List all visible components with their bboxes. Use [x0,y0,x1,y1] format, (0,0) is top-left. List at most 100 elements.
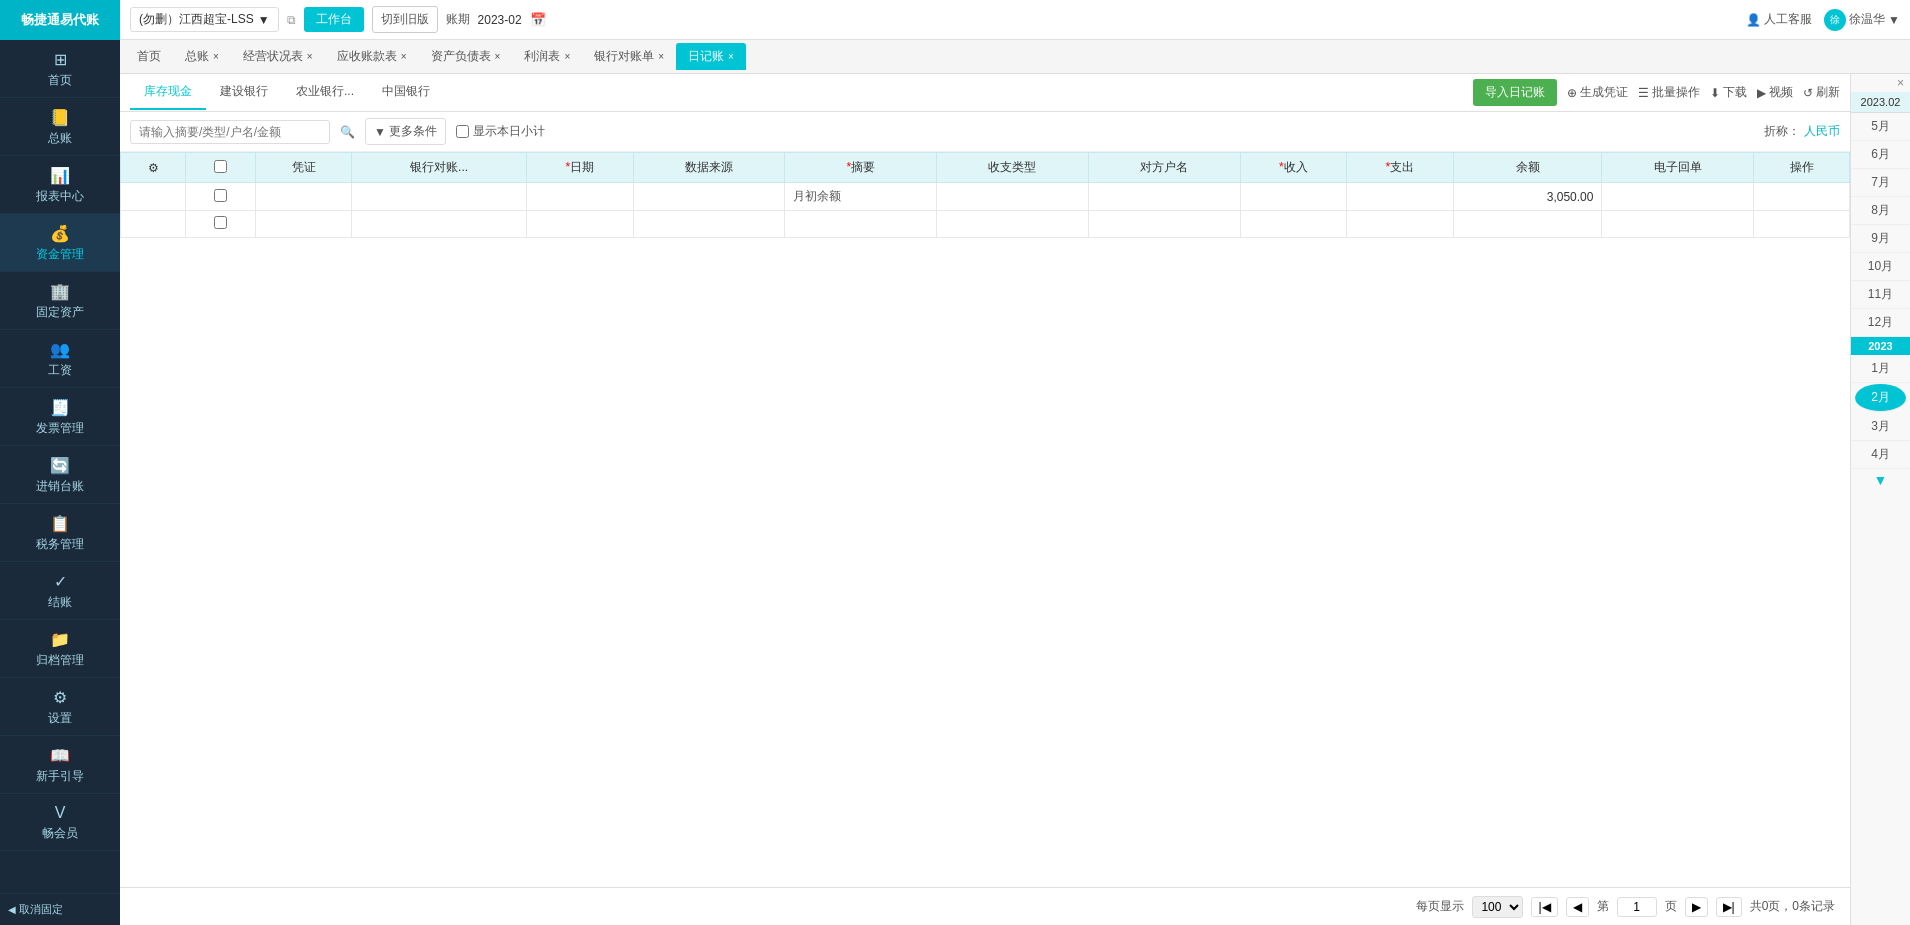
sidebar-item-settings[interactable]: ⚙ 设置 [0,678,120,736]
last-page-btn[interactable]: ▶| [1716,897,1742,917]
month-7[interactable]: 7月 [1851,169,1910,197]
month-1[interactable]: 1月 [1851,355,1910,383]
settings-icon: ⚙ [53,688,67,707]
page-suffix: 页 [1665,898,1677,915]
panel-nav-down[interactable]: ▼ [1851,469,1910,491]
sidebar-pin-btn[interactable]: ◀ 取消固定 [0,893,120,925]
sidebar: 畅捷通易代账 ⊞ 首页 📒 总账 📊 报表中心 💰 资金管理 🏢 固定资产 👥 … [0,0,120,925]
copy-icon[interactable]: ⧉ [287,13,296,27]
month-6[interactable]: 6月 [1851,141,1910,169]
sub-tab-agricultural-bank[interactable]: 农业银行... [282,75,368,110]
cell-check[interactable] [186,211,256,238]
app-logo: 畅捷通易代账 [0,0,120,40]
video-btn[interactable]: ▶ 视频 [1757,84,1793,101]
month-11[interactable]: 11月 [1851,281,1910,309]
tab-close-business[interactable]: × [307,51,313,62]
cell-check[interactable] [186,183,256,211]
tab-ledger[interactable]: 总账 × [173,43,231,70]
month-picker-panel: × 2023.02 5月 6月 7月 8月 9月 10月 11月 12月 202… [1850,74,1910,925]
import-journal-button[interactable]: 导入日记账 [1473,79,1557,106]
company-name: (勿删）江西超宝-LSS [139,11,254,28]
tab-home[interactable]: 首页 [125,43,173,70]
search-icon[interactable]: 🔍 [340,125,355,139]
tab-close-ledger[interactable]: × [213,51,219,62]
refresh-icon: ↺ [1803,86,1813,100]
sidebar-item-label: 报表中心 [36,188,84,205]
month-2-active[interactable]: 2月 [1855,384,1906,412]
daily-total-checkbox-label[interactable]: 显示本日小计 [456,123,545,140]
col-settings[interactable]: ⚙ [121,153,186,183]
sidebar-item-fixed-assets[interactable]: 🏢 固定资产 [0,272,120,330]
cell-settings [121,211,186,238]
select-all-checkbox[interactable] [214,160,227,173]
generate-voucher-btn[interactable]: ⊕ 生成凭证 [1567,84,1628,101]
month-8[interactable]: 8月 [1851,197,1910,225]
tab-business-status[interactable]: 经营状况表 × [231,43,325,70]
refresh-btn[interactable]: ↺ 刷新 [1803,84,1840,101]
more-conditions-btn[interactable]: ▼ 更多条件 [365,118,446,145]
tab-profit[interactable]: 利润表 × [512,43,582,70]
col-check[interactable] [186,153,256,183]
sub-tab-construction-bank[interactable]: 建设银行 [206,75,282,110]
month-12[interactable]: 12月 [1851,309,1910,337]
sidebar-item-invoice[interactable]: 🧾 发票管理 [0,388,120,446]
row-checkbox[interactable] [214,189,227,202]
prev-page-btn[interactable]: ◀ [1566,897,1589,917]
tab-close-assets[interactable]: × [495,51,501,62]
month-10[interactable]: 10月 [1851,253,1910,281]
tab-journal[interactable]: 日记账 × [676,43,746,70]
tab-bank-reconciliation[interactable]: 银行对账单 × [582,43,676,70]
cell-data-source [633,211,785,238]
year-label-2023: 2023 [1851,337,1910,355]
sidebar-item-vip[interactable]: V 畅会员 [0,794,120,851]
cell-counterparty [1088,183,1240,211]
tab-close-bank[interactable]: × [658,51,664,62]
sub-tab-cash[interactable]: 库存现金 [130,75,206,110]
sidebar-item-finance[interactable]: 💰 资金管理 [0,214,120,272]
month-5[interactable]: 5月 [1851,113,1910,141]
sidebar-item-settlement[interactable]: ✓ 结账 [0,562,120,620]
page-input[interactable] [1617,897,1657,917]
workspace-button[interactable]: 工作台 [304,7,364,32]
old-version-button[interactable]: 切到旧版 [372,6,438,33]
cell-date [527,211,634,238]
tab-close-journal[interactable]: × [728,51,734,62]
cell-payment-type [937,183,1089,211]
customer-service-btn[interactable]: 👤 人工客服 [1746,11,1812,28]
company-selector[interactable]: (勿删）江西超宝-LSS ▼ [130,7,279,32]
per-page-select[interactable]: 100 50 200 [1472,896,1523,918]
tab-receivables[interactable]: 应收账款表 × [325,43,419,70]
sidebar-item-guide[interactable]: 📖 新手引导 [0,736,120,794]
cell-e-bill [1602,211,1754,238]
tab-close-receivables[interactable]: × [401,51,407,62]
sidebar-item-purchase-sales[interactable]: 🔄 进销台账 [0,446,120,504]
cell-balance: 3,050.00 [1453,183,1602,211]
sub-tab-china-bank[interactable]: 中国银行 [368,75,444,110]
sidebar-item-tax[interactable]: 📋 税务管理 [0,504,120,562]
tab-assets-liabilities[interactable]: 资产负债表 × [419,43,513,70]
next-page-btn[interactable]: ▶ [1685,897,1708,917]
sidebar-item-archive[interactable]: 📁 归档管理 [0,620,120,678]
currency-link[interactable]: 人民币 [1804,123,1840,140]
batch-operation-btn[interactable]: ☰ 批量操作 [1638,84,1700,101]
month-9[interactable]: 9月 [1851,225,1910,253]
per-page-label: 每页显示 [1416,898,1464,915]
daily-total-checkbox[interactable] [456,125,469,138]
user-profile-btn[interactable]: 徐 徐温华 ▼ [1824,9,1900,31]
row-checkbox[interactable] [214,216,227,229]
sidebar-item-ledger[interactable]: 📒 总账 [0,98,120,156]
search-input[interactable] [130,120,330,144]
sidebar-item-payroll[interactable]: 👥 工资 [0,330,120,388]
calendar-icon[interactable]: 📅 [530,12,546,27]
table-row [121,211,1850,238]
sidebar-item-reports[interactable]: 📊 报表中心 [0,156,120,214]
toolbar-actions: 导入日记账 ⊕ 生成凭证 ☰ 批量操作 ⬇ 下载 ▶ [1473,79,1840,106]
download-btn[interactable]: ⬇ 下载 [1710,84,1747,101]
close-panel-btn[interactable]: × [1851,74,1910,92]
month-3[interactable]: 3月 [1851,413,1910,441]
first-page-btn[interactable]: |◀ [1531,897,1557,917]
sidebar-item-label: 进销台账 [36,478,84,495]
month-4[interactable]: 4月 [1851,441,1910,469]
tab-close-profit[interactable]: × [564,51,570,62]
sidebar-item-home[interactable]: ⊞ 首页 [0,40,120,98]
